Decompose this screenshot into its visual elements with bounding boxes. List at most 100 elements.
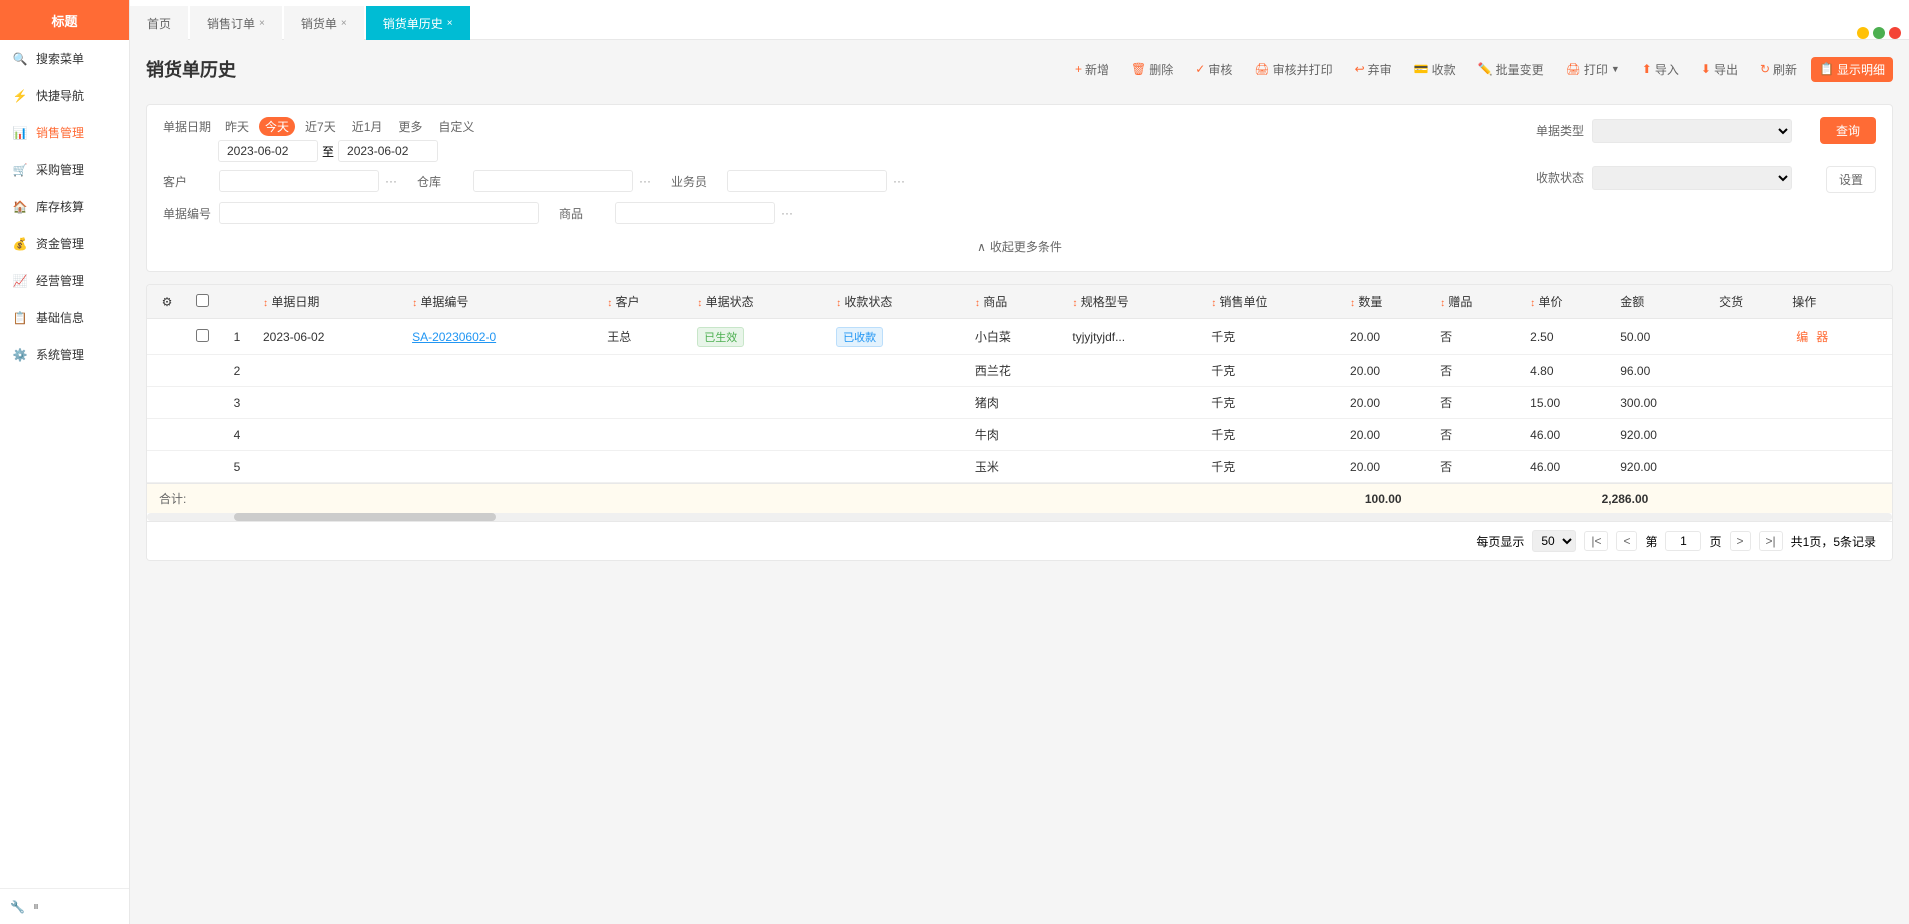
show-detail-button[interactable]: 📋显示明细 — [1811, 57, 1893, 82]
batch-change-button[interactable]: ✏️批量变更 — [1470, 57, 1552, 82]
th-gift[interactable]: ↕ 赠品 — [1434, 285, 1524, 319]
row-gear[interactable] — [147, 319, 187, 355]
export-button[interactable]: ⬇导出 — [1693, 57, 1746, 82]
sidebar-item-finance[interactable]: 💰 资金管理 — [0, 225, 129, 262]
next-page-btn[interactable]: > — [1730, 531, 1751, 551]
date-tag-today[interactable]: 今天 — [259, 117, 295, 136]
date-end-input[interactable] — [338, 140, 438, 162]
delete-button[interactable]: 🗑删除 — [1123, 57, 1181, 82]
sidebar-item-basic-info[interactable]: 📋 基础信息 — [0, 299, 129, 336]
row-seq: 5 — [217, 451, 257, 483]
salesperson-dots[interactable]: ··· — [893, 174, 905, 188]
row-gift: 否 — [1434, 419, 1524, 451]
row-trade — [1713, 419, 1786, 451]
sidebar-item-search-menu[interactable]: 🔍 搜索菜单 — [0, 40, 129, 77]
customer-input[interactable] — [219, 170, 379, 192]
collect-button[interactable]: 💳收款 — [1406, 57, 1464, 82]
select-all-checkbox[interactable] — [196, 294, 209, 307]
page-number-input[interactable] — [1665, 531, 1701, 551]
import-button[interactable]: ⬆导入 — [1634, 57, 1687, 82]
th-setting[interactable]: ⚙ — [147, 285, 187, 319]
warehouse-input[interactable] — [473, 170, 633, 192]
page-size-select[interactable]: 50 — [1532, 530, 1576, 552]
tab-sales-delivery[interactable]: 销货单 × — [284, 6, 364, 40]
sidebar-item-system[interactable]: ⚙️ 系统管理 — [0, 336, 129, 373]
last-page-btn[interactable]: >| — [1759, 531, 1783, 551]
th-checkbox[interactable] — [187, 285, 217, 319]
th-price[interactable]: ↕ 单价 — [1524, 285, 1614, 319]
prev-page-btn[interactable]: < — [1616, 531, 1637, 551]
query-button[interactable]: 查询 — [1820, 117, 1876, 144]
docnum-input[interactable] — [219, 202, 539, 224]
row-customer: 王总 — [601, 319, 691, 355]
sidebar-item-operation[interactable]: 📈 经营管理 — [0, 262, 129, 299]
row-amount: 920.00 — [1614, 419, 1713, 451]
product-dots[interactable]: ··· — [781, 206, 793, 220]
scroll-thumb[interactable] — [234, 513, 496, 521]
customer-dots[interactable]: ··· — [385, 174, 397, 188]
horizontal-scrollbar[interactable] — [147, 513, 1892, 521]
date-tag-7days[interactable]: 近7天 — [299, 117, 342, 136]
th-date[interactable]: ↕ 单据日期 — [257, 285, 406, 319]
date-start-input[interactable] — [218, 140, 318, 162]
tab-sales-order-close[interactable]: × — [259, 18, 265, 29]
abandon-button[interactable]: ↩弃审 — [1347, 57, 1400, 82]
setting-button[interactable]: 设置 — [1826, 166, 1876, 193]
salesperson-input[interactable] — [727, 170, 887, 192]
row-trade — [1713, 387, 1786, 419]
warehouse-dots[interactable]: ··· — [639, 174, 651, 188]
th-customer[interactable]: ↕ 客户 — [601, 285, 691, 319]
audit-button[interactable]: ✓审核 — [1187, 57, 1240, 82]
row-product: 玉米 — [969, 451, 1067, 483]
tab-home[interactable]: 首页 — [130, 6, 188, 40]
edit-action-button[interactable]: 编 — [1792, 326, 1812, 347]
row-number[interactable]: SA-20230602-0 — [406, 319, 601, 355]
filter-collapse-button[interactable]: ∧ 收起更多条件 — [163, 234, 1876, 259]
th-unit[interactable]: ↕ 销售单位 — [1205, 285, 1344, 319]
sidebar-item-quick-nav[interactable]: ⚡ 快捷导航 — [0, 77, 129, 114]
row-number[interactable] — [406, 355, 601, 387]
print-button[interactable]: 🖨打印▼ — [1558, 57, 1628, 82]
audit-print-button[interactable]: 🖨审核并打印 — [1246, 57, 1340, 82]
refresh-button[interactable]: ↻刷新 — [1752, 57, 1805, 82]
date-tag-1month[interactable]: 近1月 — [346, 117, 389, 136]
th-product[interactable]: ↕ 商品 — [969, 285, 1067, 319]
row-product: 牛肉 — [969, 419, 1067, 451]
first-page-btn[interactable]: |< — [1584, 531, 1608, 551]
th-paystatus[interactable]: ↕ 收款状态 — [830, 285, 969, 319]
sidebar-bottom-icon1[interactable]: 🔧 — [10, 900, 25, 914]
row-number[interactable] — [406, 451, 601, 483]
tab-sales-order[interactable]: 销售订单 × — [190, 6, 282, 40]
th-number[interactable]: ↕ 单据编号 — [406, 285, 601, 319]
footer-total-qty: 100.00 — [1365, 492, 1402, 506]
date-tag-custom[interactable]: 自定义 — [432, 117, 480, 136]
filter-row-docnum: 单据编号 商品 ··· — [163, 202, 1516, 224]
sidebar-bottom-icon2[interactable]: ⏸ — [33, 899, 39, 914]
tab-sales-delivery-close[interactable]: × — [341, 18, 347, 29]
sidebar-item-purchase-mgmt[interactable]: 🛒 采购管理 — [0, 151, 129, 188]
th-spec[interactable]: ↕ 规格型号 — [1066, 285, 1205, 319]
more-action-button[interactable]: 器 — [1812, 326, 1832, 347]
row-checkbox[interactable] — [196, 329, 209, 342]
date-tag-more[interactable]: 更多 — [392, 117, 428, 136]
close-btn[interactable] — [1889, 27, 1901, 39]
row-number[interactable] — [406, 387, 601, 419]
sidebar-item-inventory[interactable]: 🏠 库存核算 — [0, 188, 129, 225]
add-button[interactable]: +新增 — [1067, 57, 1117, 82]
tab-sales-history-close[interactable]: × — [447, 18, 453, 29]
row-number[interactable] — [406, 419, 601, 451]
maximize-btn[interactable] — [1873, 27, 1885, 39]
row-price: 4.80 — [1524, 355, 1614, 387]
tab-sales-history[interactable]: 销货单历史 × — [366, 6, 470, 40]
paystatus-select[interactable] — [1592, 166, 1792, 190]
date-tag-yesterday[interactable]: 昨天 — [219, 117, 255, 136]
th-docstatus[interactable]: ↕ 单据状态 — [691, 285, 830, 319]
doctype-select[interactable] — [1592, 119, 1792, 143]
row-action: 编器 — [1786, 319, 1892, 355]
th-seq — [217, 285, 257, 319]
product-input[interactable] — [615, 202, 775, 224]
minimize-btn[interactable] — [1857, 27, 1869, 39]
sidebar-item-sales-mgmt[interactable]: 📊 销售管理 — [0, 114, 129, 151]
toolbar: +新增 🗑删除 ✓审核 🖨审核并打印 ↩弃审 💳收款 ✏️批量变更 🖨打印▼ ⬆… — [1067, 57, 1893, 82]
th-qty[interactable]: ↕ 数量 — [1344, 285, 1434, 319]
